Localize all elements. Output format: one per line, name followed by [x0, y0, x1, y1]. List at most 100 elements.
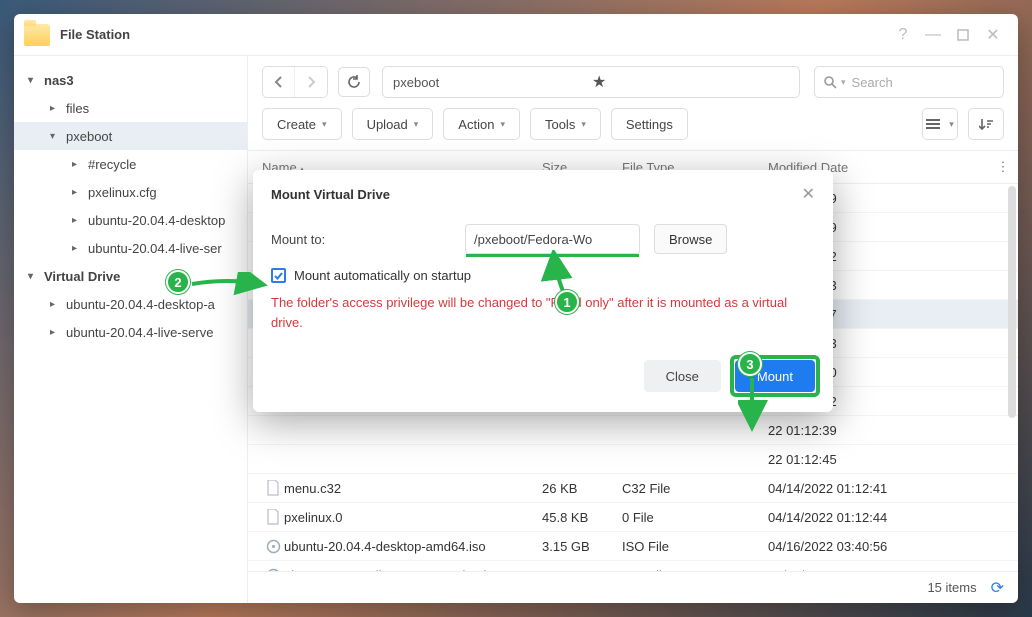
maximize-button[interactable]: [948, 20, 978, 50]
auto-mount-label: Mount automatically on startup: [294, 268, 471, 283]
tree-item-vd-desktop[interactable]: ▸ ubuntu-20.04.4-desktop-a: [14, 290, 247, 318]
tree-item-files[interactable]: ▸ files: [14, 94, 247, 122]
reload-button[interactable]: ⟳: [991, 578, 1004, 598]
tree-label: pxeboot: [66, 129, 112, 144]
file-icon: [262, 480, 284, 496]
tree-label: ubuntu-20.04.4-desktop: [88, 213, 225, 228]
warning-text: The folder's access privilege will be ch…: [271, 293, 815, 332]
tree-label: ubuntu-20.04.4-live-serve: [66, 325, 213, 340]
chevron-down-icon: ▾: [28, 271, 40, 282]
nav-back-forward: [262, 66, 328, 98]
chevron-right-icon: ▸: [50, 103, 62, 114]
view-list-button[interactable]: ▾: [922, 108, 958, 140]
file-name: ubuntu-20.04.4-desktop-amd64.iso: [284, 539, 542, 554]
annotation-badge-2: 2: [166, 270, 190, 294]
chevron-right-icon: ▸: [50, 299, 62, 310]
action-button[interactable]: Action▾: [443, 108, 520, 140]
browse-button[interactable]: Browse: [654, 224, 727, 254]
mount-virtual-drive-dialog: Mount Virtual Drive ✕ Mount to: /pxeboot…: [253, 170, 833, 412]
table-row[interactable]: ubuntu-20.04.4-desktop-amd64.iso3.15 GBI…: [248, 532, 1018, 561]
file-date: 22 01:12:45: [768, 452, 1018, 467]
table-row[interactable]: pxelinux.045.8 KB0 File04/14/2022 01:12:…: [248, 503, 1018, 532]
tree-label: ubuntu-20.04.4-live-ser: [88, 241, 222, 256]
minimize-button[interactable]: —: [918, 20, 948, 50]
tree-label: pxelinux.cfg: [88, 185, 157, 200]
tree-item-pxelinuxcfg[interactable]: ▸ pxelinux.cfg: [14, 178, 247, 206]
tree-label: #recycle: [88, 157, 136, 172]
col-menu-button[interactable]: ⋮: [988, 159, 1018, 175]
file-date: 04/14/2022 01:12:41: [768, 481, 1018, 496]
tree-item-pxeboot[interactable]: ▾ pxeboot: [14, 122, 247, 150]
file-name: pxelinux.0: [284, 510, 542, 525]
path-text: pxeboot: [393, 75, 592, 90]
chevron-right-icon: ▸: [72, 187, 84, 198]
chevron-right-icon: ▸: [50, 327, 62, 338]
refresh-button[interactable]: [338, 67, 370, 97]
tree-label: ubuntu-20.04.4-desktop-a: [66, 297, 215, 312]
auto-mount-checkbox[interactable]: [271, 268, 286, 283]
table-row[interactable]: 22 01:12:39: [248, 416, 1018, 445]
file-name: menu.c32: [284, 481, 542, 496]
statusbar: 15 items ⟳: [248, 571, 1018, 603]
annotation-badge-1: 1: [555, 290, 579, 314]
mount-to-label: Mount to:: [271, 232, 451, 247]
mount-to-input[interactable]: /pxeboot/Fedora-Wo: [465, 224, 640, 254]
disc-icon: [262, 539, 284, 554]
search-placeholder: Search: [852, 75, 893, 90]
tree-item-ubuntu-live[interactable]: ▸ ubuntu-20.04.4-live-ser: [14, 234, 247, 262]
file-size: 3.15 GB: [542, 539, 622, 554]
file-date: 04/16/2022 03:40:56: [768, 539, 1018, 554]
table-row[interactable]: ubuntu-20.04.4-live-server-amd64.i1.24 G…: [248, 561, 1018, 571]
chevron-down-icon: ▾: [841, 77, 846, 88]
annotation-underline: [466, 254, 639, 257]
create-button[interactable]: Create▾: [262, 108, 342, 140]
file-type: ISO File: [622, 568, 768, 572]
chevron-down-icon: ▾: [50, 131, 62, 142]
file-date: 04/14/2022 01:12:44: [768, 510, 1018, 525]
path-input[interactable]: pxeboot ★: [382, 66, 800, 98]
table-row[interactable]: 22 01:12:45: [248, 445, 1018, 474]
scrollbar[interactable]: [1008, 186, 1016, 418]
favorite-icon[interactable]: ★: [592, 72, 791, 92]
chevron-right-icon: ▸: [72, 159, 84, 170]
tree-label: nas3: [44, 73, 74, 88]
tree-item-ubuntu-desktop[interactable]: ▸ ubuntu-20.04.4-desktop: [14, 206, 247, 234]
close-window-button[interactable]: ✕: [978, 20, 1008, 50]
action-toolbar: Create▾ Upload▾ Action▾ Tools▾ Settings …: [248, 104, 1018, 150]
forward-button[interactable]: [295, 67, 327, 97]
disc-icon: [262, 568, 284, 572]
table-row[interactable]: menu.c3226 KBC32 File04/14/2022 01:12:41: [248, 474, 1018, 503]
chevron-right-icon: ▸: [72, 215, 84, 226]
file-type: 0 File: [622, 510, 768, 525]
app-title: File Station: [60, 27, 130, 42]
titlebar: File Station ? — ✕: [14, 14, 1018, 56]
back-button[interactable]: [263, 67, 295, 97]
tree-item-recycle[interactable]: ▸ #recycle: [14, 150, 247, 178]
tree-root-virtual-drive[interactable]: ▾ Virtual Drive: [14, 262, 247, 290]
tree-label: files: [66, 101, 89, 116]
file-size: 26 KB: [542, 481, 622, 496]
file-name: ubuntu-20.04.4-live-server-amd64.i: [284, 568, 542, 572]
folder-tree: ▾ nas3 ▸ files ▾ pxeboot ▸ #recycle ▸ px…: [14, 56, 248, 603]
chevron-right-icon: ▸: [72, 243, 84, 254]
file-icon: [262, 509, 284, 525]
item-count: 15 items: [927, 580, 976, 595]
upload-button[interactable]: Upload▾: [352, 108, 434, 140]
search-input[interactable]: ▾ Search: [814, 66, 1004, 98]
help-button[interactable]: ?: [888, 20, 918, 50]
app-folder-icon: [24, 24, 50, 46]
file-type: C32 File: [622, 481, 768, 496]
tree-item-vd-live[interactable]: ▸ ubuntu-20.04.4-live-serve: [14, 318, 247, 346]
close-button[interactable]: Close: [644, 360, 721, 392]
sort-button[interactable]: [968, 108, 1004, 140]
tree-root-nas3[interactable]: ▾ nas3: [14, 66, 247, 94]
file-size: 45.8 KB: [542, 510, 622, 525]
tools-button[interactable]: Tools▾: [530, 108, 601, 140]
dialog-title: Mount Virtual Drive: [271, 187, 802, 202]
settings-button[interactable]: Settings: [611, 108, 688, 140]
dialog-close-x[interactable]: ✕: [802, 184, 815, 204]
file-date: 04/16/2022 03:16:38: [768, 568, 1018, 572]
file-date: 22 01:12:39: [768, 423, 1018, 438]
nav-toolbar: pxeboot ★ ▾ Search: [248, 56, 1018, 104]
file-type: ISO File: [622, 539, 768, 554]
